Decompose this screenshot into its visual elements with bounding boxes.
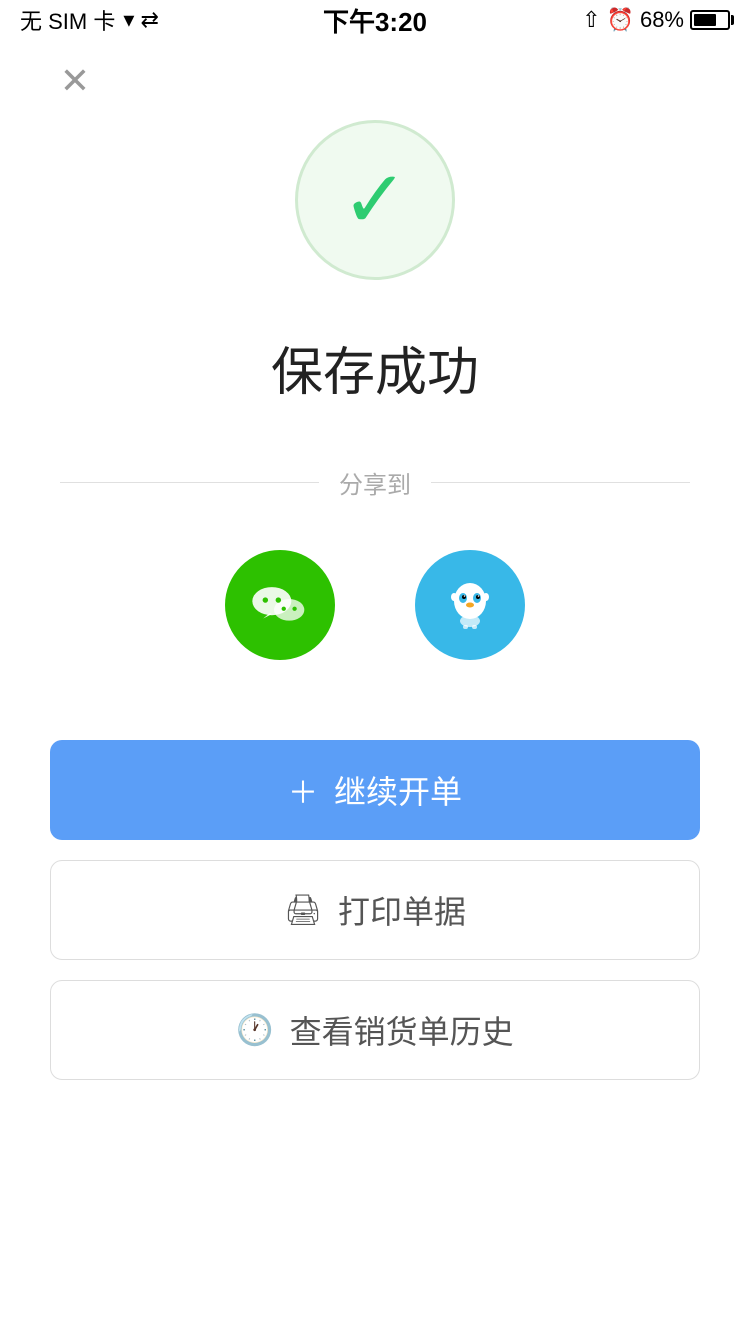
status-right: ⇧ ⏰ 68% bbox=[582, 7, 730, 33]
view-history-label: 查看销货单历史 bbox=[290, 1007, 514, 1053]
wechat-icon bbox=[248, 573, 313, 638]
history-icon: 🕐 bbox=[236, 1013, 273, 1048]
close-button[interactable]: ✕ bbox=[50, 56, 100, 106]
qq-share-button[interactable] bbox=[415, 550, 525, 660]
battery-percent: 68% bbox=[640, 7, 684, 33]
share-divider: 分享到 bbox=[0, 465, 750, 500]
actions: ＋ 继续开单 🖨 打印单据 🕐 查看销货单历史 bbox=[0, 740, 750, 1080]
view-history-button[interactable]: 🕐 查看销货单历史 bbox=[50, 980, 700, 1080]
wifi-icon: ▾︎ ⇄ bbox=[123, 7, 159, 33]
battery-icon bbox=[690, 10, 730, 30]
no-sim-label: 无 SIM 卡 bbox=[20, 4, 115, 36]
success-title: 保存成功 bbox=[271, 330, 479, 405]
print-receipt-label: 打印单据 bbox=[338, 887, 466, 933]
share-label: 分享到 bbox=[319, 465, 431, 500]
status-time: 下午3:20 bbox=[323, 2, 427, 39]
divider-line-right bbox=[431, 482, 690, 483]
main-content: ✓ 保存成功 分享到 bbox=[0, 40, 750, 1080]
plus-icon: ＋ bbox=[288, 768, 318, 812]
wechat-share-button[interactable] bbox=[225, 550, 335, 660]
status-left: 无 SIM 卡 ▾︎ ⇄ bbox=[20, 4, 159, 36]
qq-icon bbox=[440, 575, 500, 635]
divider-line-left bbox=[60, 482, 319, 483]
share-icons bbox=[225, 550, 525, 660]
continue-order-button[interactable]: ＋ 继续开单 bbox=[50, 740, 700, 840]
alarm-icon: ⏰ bbox=[607, 7, 634, 33]
location-icon: ⇧ bbox=[582, 7, 600, 33]
success-circle: ✓ bbox=[295, 120, 455, 280]
print-receipt-button[interactable]: 🖨 打印单据 bbox=[50, 860, 700, 960]
status-bar: 无 SIM 卡 ▾︎ ⇄ 下午3:20 ⇧ ⏰ 68% bbox=[0, 0, 750, 40]
continue-order-label: 继续开单 bbox=[334, 767, 462, 813]
checkmark-icon: ✓ bbox=[341, 160, 408, 240]
close-icon: ✕ bbox=[60, 63, 90, 99]
print-icon: 🖨 bbox=[284, 893, 322, 928]
